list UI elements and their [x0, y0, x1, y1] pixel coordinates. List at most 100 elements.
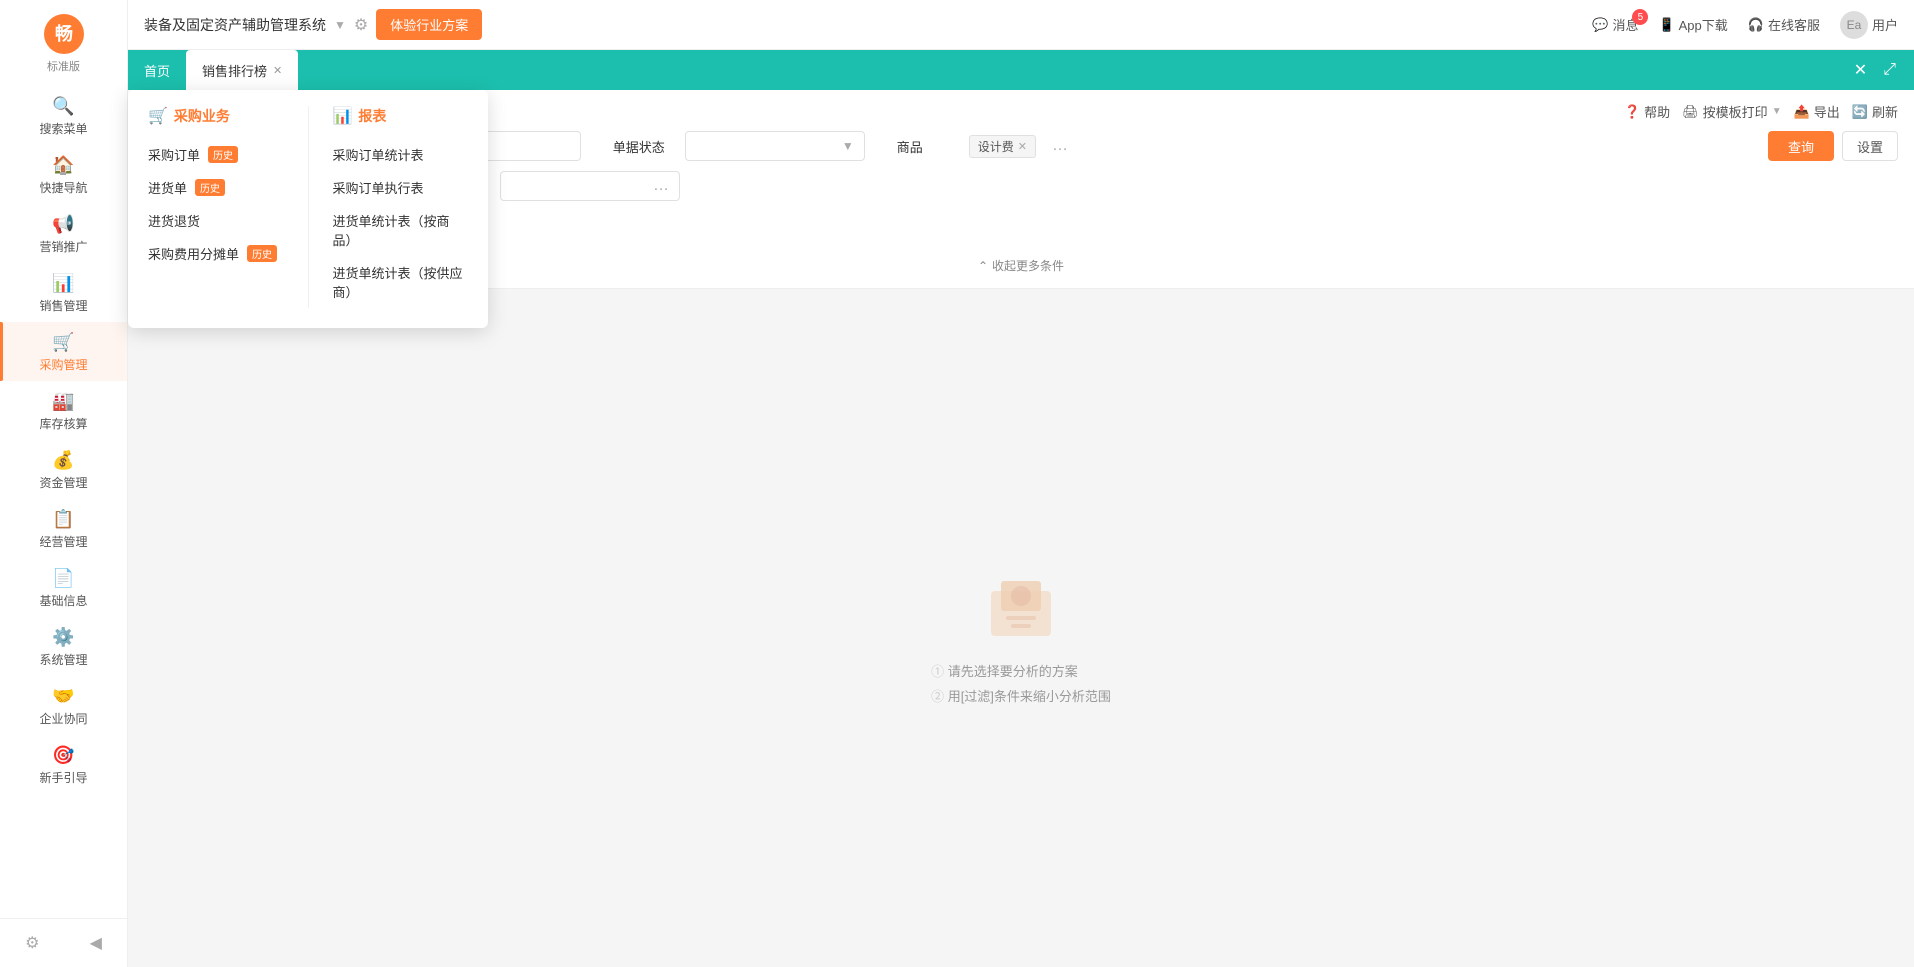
purchase-col-title-text: 采购业务: [174, 106, 230, 126]
topnav-dropdown-arrow[interactable]: ▼: [334, 18, 346, 32]
system-icon: ⚙️: [52, 627, 74, 648]
message-item[interactable]: 💬 5 消息: [1592, 15, 1638, 34]
sidebar-collapse-btn[interactable]: ◀: [82, 929, 110, 957]
sidebar-label-finance: 资金管理: [39, 474, 87, 491]
refresh-btn[interactable]: 🔄 刷新: [1852, 102, 1898, 121]
system-title: 装备及固定资产辅助管理系统: [144, 15, 326, 35]
sidebar-item-finance[interactable]: 💰 资金管理: [0, 440, 127, 499]
order-status-label: 单据状态: [613, 137, 673, 156]
sidebar-label-purchase: 采购管理: [39, 356, 87, 373]
toolbar-right: ❓ 帮助 🖨 按模板打印 ▼ 📤 导出 🔄 刷新: [1624, 102, 1898, 121]
stock-stat-product-label: 进货单统计表（按商品）: [333, 211, 469, 249]
sidebar-label-enterprise: 企业协同: [39, 710, 87, 727]
sidebar-item-basic[interactable]: 📄 基础信息: [0, 558, 127, 617]
tab-close-window-icon[interactable]: ✕: [1848, 58, 1873, 82]
purchase-order-stat-label: 采购订单统计表: [333, 145, 424, 164]
product-tag-close[interactable]: ✕: [1018, 140, 1027, 153]
empty-state-icon: [971, 551, 1071, 651]
query-btn[interactable]: 查询: [1768, 131, 1834, 161]
sidebar-item-sales[interactable]: 📊 销售管理: [0, 263, 127, 322]
tabbar: 首页 销售排行榜 ✕ ✕ ⤢: [128, 50, 1914, 90]
tab-sales-rank[interactable]: 销售排行榜 ✕: [186, 50, 298, 90]
logo-subtitle: 标准版: [47, 58, 80, 74]
order-status-select[interactable]: ▼: [685, 131, 865, 161]
salesperson-dots[interactable]: …: [653, 177, 669, 195]
export-label: 导出: [1814, 102, 1840, 121]
stock-return-item[interactable]: 进货退货: [148, 204, 284, 237]
stock-in-label: 进货单: [148, 178, 187, 197]
product-label: 商品: [897, 137, 957, 156]
help-icon: ❓: [1624, 104, 1640, 120]
empty-state: 请先选择要分析的方案 用[过滤]条件来缩小分析范围: [128, 289, 1914, 967]
refresh-icon: 🔄: [1852, 104, 1868, 120]
sidebar-item-newbie[interactable]: 🎯 新手引导: [0, 735, 127, 794]
stock-in-history-badge: 历史: [195, 179, 225, 196]
sidebar-item-operations[interactable]: 📋 经营管理: [0, 499, 127, 558]
sidebar-logo: 畅 标准版: [0, 0, 127, 82]
product-more-dots[interactable]: …: [1048, 137, 1072, 155]
stock-in-item[interactable]: 进货单 历史: [148, 171, 284, 204]
purchase-cost-label: 采购费用分摊单: [148, 244, 239, 263]
sidebar-item-marketing[interactable]: 📢 营销推广: [0, 204, 127, 263]
stock-stat-supplier-item[interactable]: 进货单统计表（按供应商）: [333, 256, 469, 308]
export-btn[interactable]: 📤 导出: [1794, 102, 1840, 121]
topnav: 装备及固定资产辅助管理系统 ▼ ⚙ 体验行业方案 💬 5 消息 📱 App下载 …: [128, 0, 1914, 50]
stock-stat-supplier-label: 进货单统计表（按供应商）: [333, 263, 469, 301]
purchase-order-label: 采购订单: [148, 145, 200, 164]
settings-btn[interactable]: 设置: [1842, 131, 1898, 161]
headset-icon: 🎧: [1748, 17, 1764, 33]
sidebar-item-system[interactable]: ⚙️ 系统管理: [0, 617, 127, 676]
tab-home[interactable]: 首页: [128, 50, 186, 90]
empty-text-list: 请先选择要分析的方案 用[过滤]条件来缩小分析范围: [931, 661, 1111, 705]
finance-icon: 💰: [52, 450, 74, 471]
sidebar-item-quick[interactable]: 🏠 快捷导航: [0, 145, 127, 204]
sidebar-label-search: 搜索菜单: [39, 120, 87, 137]
user-label: 用户: [1872, 15, 1898, 34]
help-label: 帮助: [1644, 102, 1670, 121]
print-btn[interactable]: 🖨 按模板打印 ▼: [1682, 102, 1781, 121]
newbie-icon: 🎯: [52, 745, 74, 766]
purchase-order-item[interactable]: 采购订单 历史: [148, 138, 284, 171]
svg-text:畅: 畅: [55, 23, 73, 44]
avatar-initials: Ea: [1847, 18, 1862, 32]
app-download-item[interactable]: 📱 App下载: [1658, 15, 1727, 34]
dropdown-menu: 🛒 采购业务 采购订单 历史 进货单 历史 进货退货 采购费用分摊单 历史 📊: [128, 90, 488, 328]
industry-btn[interactable]: 体验行业方案: [376, 9, 482, 40]
stock-return-label: 进货退货: [148, 211, 200, 230]
phone-icon: 📱: [1658, 17, 1674, 33]
print-icon: 🖨: [1682, 104, 1699, 120]
sidebar-label-marketing: 营销推广: [39, 238, 87, 255]
sidebar-bottom: ⚙ ◀: [0, 918, 127, 967]
online-label: 在线客服: [1768, 15, 1820, 34]
report-col-icon: 📊: [333, 106, 353, 126]
purchase-order-history-badge: 历史: [208, 146, 238, 163]
dropdown-divider: [308, 106, 309, 308]
collapse-btn[interactable]: ⌃ 收起更多条件: [978, 257, 1064, 274]
tabbar-spacer: [298, 50, 1836, 90]
tab-close-icon[interactable]: ✕: [273, 64, 282, 77]
help-btn[interactable]: ❓ 帮助: [1624, 102, 1670, 121]
user-item[interactable]: Ea 用户: [1840, 11, 1898, 39]
purchase-order-exec-item[interactable]: 采购订单执行表: [333, 171, 469, 204]
sales-icon: 📊: [52, 273, 74, 294]
print-dropdown-icon[interactable]: ▼: [1772, 106, 1782, 117]
purchase-cost-item[interactable]: 采购费用分摊单 历史: [148, 237, 284, 270]
sidebar-label-basic: 基础信息: [39, 592, 87, 609]
search-icon: 🔍: [52, 96, 74, 117]
topnav-settings-icon[interactable]: ⚙: [354, 15, 368, 35]
purchase-col-icon: 🛒: [148, 106, 168, 126]
sidebar-label-system: 系统管理: [39, 651, 87, 668]
sidebar-settings-btn[interactable]: ⚙: [17, 929, 47, 957]
sidebar-item-inventory[interactable]: 🏭 库存核算: [0, 381, 127, 440]
sidebar-item-purchase[interactable]: 🛒 采购管理: [0, 322, 127, 381]
tabbar-actions: ✕ ⤢: [1836, 50, 1914, 90]
online-service-item[interactable]: 🎧 在线客服: [1748, 15, 1820, 34]
sidebar-item-search[interactable]: 🔍 搜索菜单: [0, 86, 127, 145]
purchase-icon: 🛒: [52, 332, 74, 353]
sidebar-item-enterprise[interactable]: 🤝 企业协同: [0, 676, 127, 735]
purchase-order-stat-item[interactable]: 采购订单统计表: [333, 138, 469, 171]
stock-stat-product-item[interactable]: 进货单统计表（按商品）: [333, 204, 469, 256]
salesperson-select[interactable]: …: [500, 171, 680, 201]
tab-maximize-icon[interactable]: ⤢: [1877, 59, 1902, 81]
product-tag: 设计费 ✕: [969, 135, 1036, 158]
